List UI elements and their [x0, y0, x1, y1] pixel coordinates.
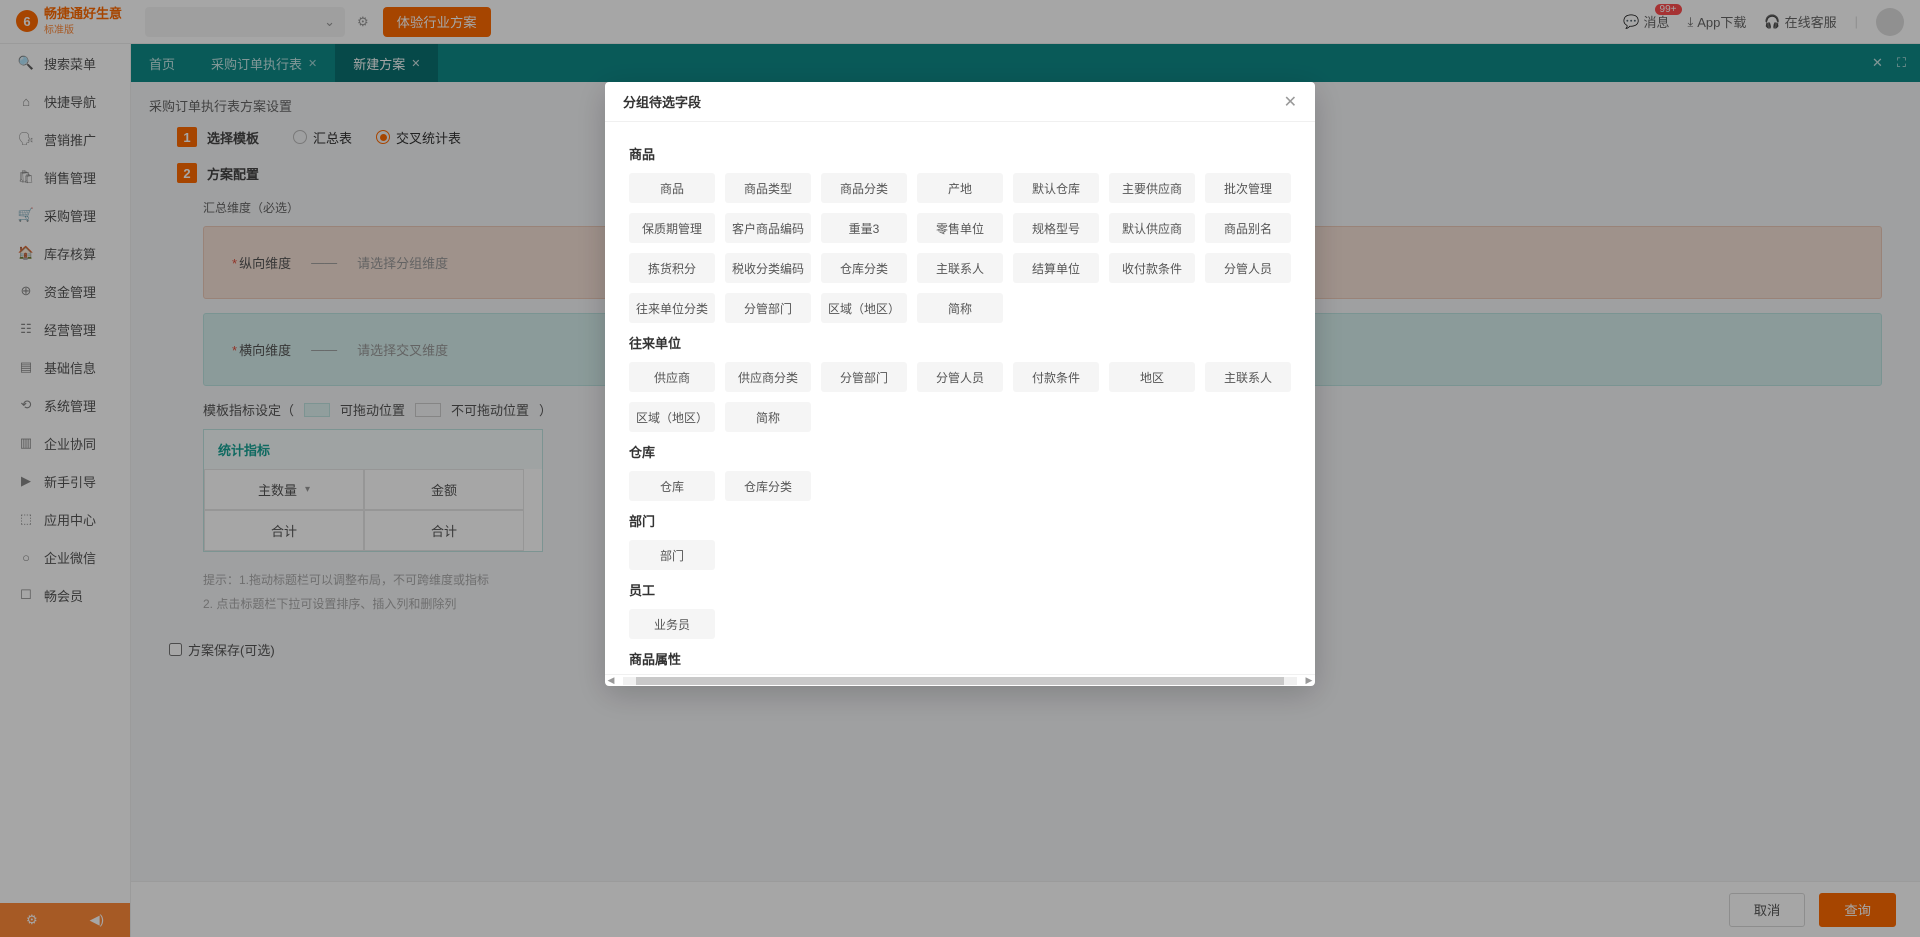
field-group-title: 员工 [629, 580, 1291, 599]
field-chip[interactable]: 拣货积分 [629, 253, 715, 283]
field-chip[interactable]: 产地 [917, 173, 1003, 203]
chips-container: 部门 [629, 540, 1291, 570]
chips-container: 商品商品类型商品分类产地默认仓库主要供应商批次管理保质期管理客户商品编码重量3 零… [629, 173, 1291, 323]
close-icon[interactable]: ✕ [1284, 92, 1297, 112]
field-chip[interactable]: 供应商 [629, 362, 715, 392]
field-chip[interactable]: 往来单位分类 [629, 293, 715, 323]
field-chip[interactable]: 业务员 [629, 609, 715, 639]
field-chip[interactable]: 地区 [1109, 362, 1195, 392]
field-chip[interactable]: 批次管理 [1205, 173, 1291, 203]
modal-title: 分组待选字段 [623, 92, 701, 111]
field-group-2: 仓库仓库仓库分类 [629, 442, 1291, 501]
field-chip[interactable]: 仓库分类 [821, 253, 907, 283]
scroll-thumb[interactable] [636, 677, 1283, 685]
field-chip[interactable]: 默认供应商 [1109, 213, 1195, 243]
field-group-title: 部门 [629, 511, 1291, 530]
modal-body[interactable]: 商品商品商品类型商品分类产地默认仓库主要供应商批次管理保质期管理客户商品编码重量… [605, 122, 1315, 674]
scroll-right-icon[interactable]: ▶ [1303, 675, 1315, 686]
chips-container: 业务员 [629, 609, 1291, 639]
field-chip[interactable]: 付款条件 [1013, 362, 1099, 392]
field-chip[interactable]: 简称 [725, 402, 811, 432]
field-group-title: 商品 [629, 144, 1291, 163]
field-chip[interactable]: 区域（地区） [821, 293, 907, 323]
chips-container: 供应商供应商分类分管部门分管人员付款条件地区主联系人区域（地区） 简称 [629, 362, 1291, 432]
field-chip[interactable]: 分管部门 [725, 293, 811, 323]
field-chip[interactable]: 重量3 [821, 213, 907, 243]
field-chip[interactable]: 保质期管理 [629, 213, 715, 243]
field-selector-modal: 分组待选字段 ✕ 商品商品商品类型商品分类产地默认仓库主要供应商批次管理保质期管… [605, 82, 1315, 686]
field-chip[interactable]: 主联系人 [917, 253, 1003, 283]
field-chip[interactable]: 分管人员 [917, 362, 1003, 392]
field-chip[interactable]: 规格型号 [1013, 213, 1099, 243]
field-chip[interactable]: 部门 [629, 540, 715, 570]
field-chip[interactable]: 分管人员 [1205, 253, 1291, 283]
field-chip[interactable]: 客户商品编码 [725, 213, 811, 243]
field-chip[interactable]: 仓库 [629, 471, 715, 501]
field-chip[interactable]: 商品 [629, 173, 715, 203]
field-chip[interactable]: 商品别名 [1205, 213, 1291, 243]
field-chip[interactable]: 简称 [917, 293, 1003, 323]
field-group-title: 商品属性 [629, 649, 1291, 668]
field-group-title: 往来单位 [629, 333, 1291, 352]
field-group-0: 商品商品商品类型商品分类产地默认仓库主要供应商批次管理保质期管理客户商品编码重量… [629, 144, 1291, 323]
field-chip[interactable]: 收付款条件 [1109, 253, 1195, 283]
modal-horizontal-scrollbar[interactable]: ◀ ▶ [605, 674, 1315, 686]
field-group-5: 商品属性属性颜色多规格尺码鞋码1 [629, 649, 1291, 674]
field-chip[interactable]: 结算单位 [1013, 253, 1099, 283]
field-chip[interactable]: 供应商分类 [725, 362, 811, 392]
field-chip[interactable]: 税收分类编码 [725, 253, 811, 283]
chips-container: 仓库仓库分类 [629, 471, 1291, 501]
field-chip[interactable]: 商品类型 [725, 173, 811, 203]
field-group-title: 仓库 [629, 442, 1291, 461]
field-group-1: 往来单位供应商供应商分类分管部门分管人员付款条件地区主联系人区域（地区） 简称 [629, 333, 1291, 432]
scroll-track[interactable] [623, 677, 1297, 685]
field-chip[interactable]: 主要供应商 [1109, 173, 1195, 203]
modal-mask[interactable]: 分组待选字段 ✕ 商品商品商品类型商品分类产地默认仓库主要供应商批次管理保质期管… [0, 0, 1920, 937]
scroll-left-icon[interactable]: ◀ [605, 675, 617, 686]
modal-header: 分组待选字段 ✕ [605, 82, 1315, 122]
field-chip[interactable]: 分管部门 [821, 362, 907, 392]
field-chip[interactable]: 默认仓库 [1013, 173, 1099, 203]
field-chip[interactable]: 零售单位 [917, 213, 1003, 243]
field-chip[interactable]: 商品分类 [821, 173, 907, 203]
field-group-4: 员工业务员 [629, 580, 1291, 639]
field-chip[interactable]: 仓库分类 [725, 471, 811, 501]
field-chip[interactable]: 区域（地区） [629, 402, 715, 432]
field-chip[interactable]: 主联系人 [1205, 362, 1291, 392]
field-group-3: 部门部门 [629, 511, 1291, 570]
